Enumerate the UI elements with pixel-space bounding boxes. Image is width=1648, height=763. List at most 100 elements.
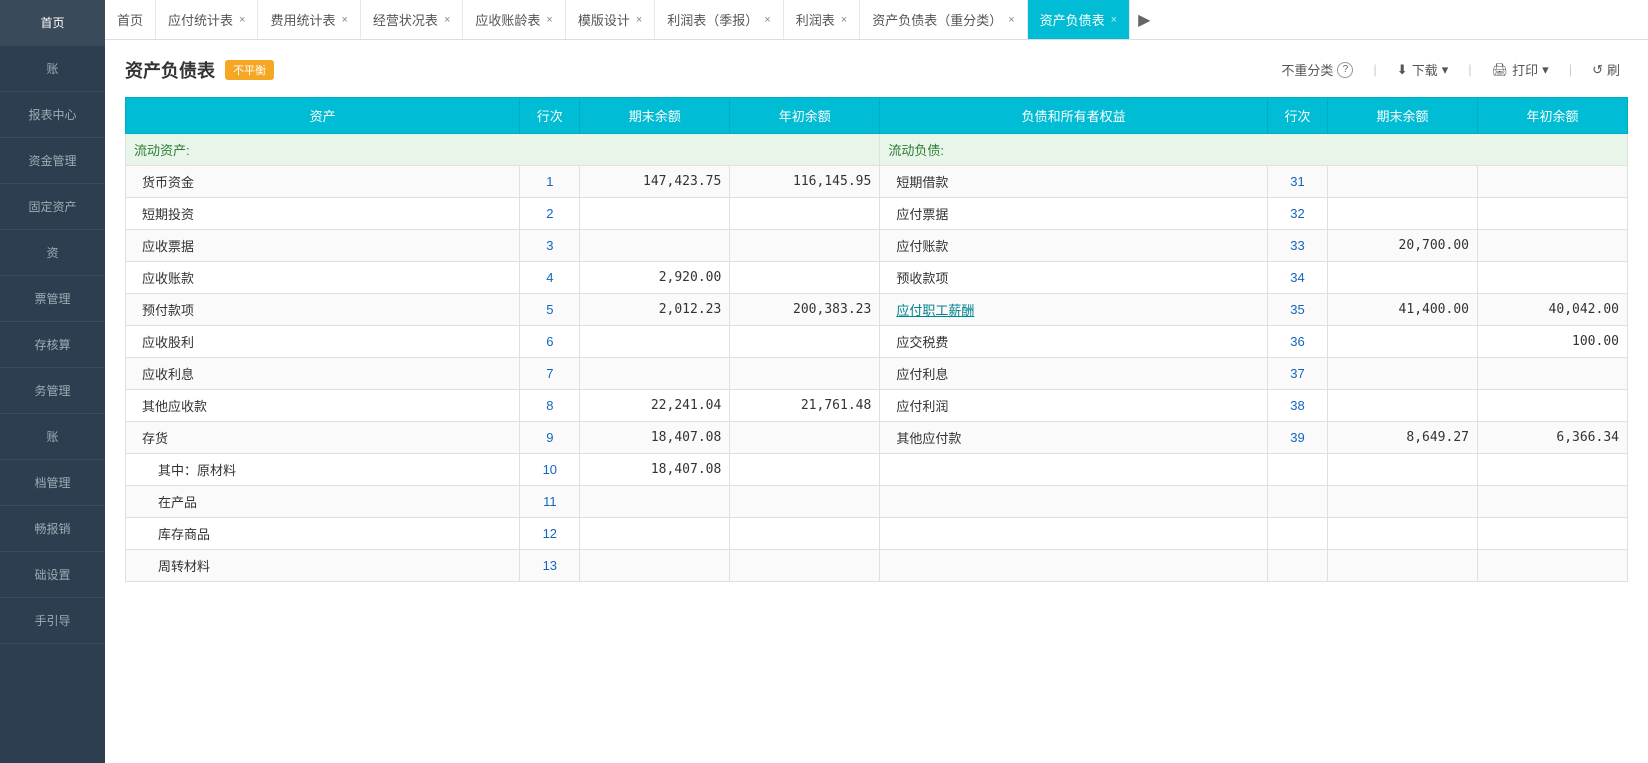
header-row-num2: 行次: [1268, 98, 1328, 134]
toolbar-divider-3: |: [1569, 62, 1572, 77]
tab-expense-stats[interactable]: 费用统计表 ×: [258, 0, 360, 40]
table-row: 在产品 11: [126, 486, 1628, 518]
right-start-balance: [1478, 166, 1628, 198]
right-label: 应付利润: [880, 390, 1268, 422]
left-start-balance: [730, 198, 880, 230]
balance-sheet-table: 资产 行次 期末余额 年初余额 负债和所有者权益 行次 期末余额 年初余额 流动…: [125, 97, 1628, 582]
right-end-balance: 8,649.27: [1328, 422, 1478, 454]
left-start-balance: [730, 550, 880, 582]
left-row-num: 4: [520, 262, 580, 294]
right-row-num: 34: [1268, 262, 1328, 294]
right-end-balance: [1328, 518, 1478, 550]
sidebar-item-fund-management[interactable]: 资金管理: [0, 138, 105, 184]
tab-profit[interactable]: 利润表 ×: [784, 0, 860, 40]
header-row-num: 行次: [520, 98, 580, 134]
right-label: 应付账款: [880, 230, 1268, 262]
tab-receivable-aging[interactable]: 应收账龄表 ×: [463, 0, 565, 40]
sidebar-item-guide[interactable]: 手引导: [0, 598, 105, 644]
left-row-num: 13: [520, 550, 580, 582]
close-tab-template-design[interactable]: ×: [636, 14, 642, 26]
tab-business-status[interactable]: 经营状况表 ×: [361, 0, 463, 40]
sidebar-item-inventory[interactable]: 存核算: [0, 322, 105, 368]
right-label: [880, 550, 1268, 582]
sidebar-item-report-center[interactable]: 报表中心: [0, 92, 105, 138]
right-row-num: 32: [1268, 198, 1328, 230]
right-start-balance: 100.00: [1478, 326, 1628, 358]
download-icon: ⬇: [1397, 62, 1408, 78]
right-end-balance: [1328, 390, 1478, 422]
left-label: 其中：原材料: [126, 454, 520, 486]
close-tab-business-status[interactable]: ×: [444, 14, 450, 26]
tab-template-design[interactable]: 模版设计 ×: [566, 0, 655, 40]
table-row: 货币资金 1 147,423.75 116,145.95 短期借款 31: [126, 166, 1628, 198]
left-start-balance: [730, 230, 880, 262]
print-button[interactable]: 🖨 打印 ▾: [1484, 56, 1557, 83]
left-end-balance: 147,423.75: [580, 166, 730, 198]
left-end-balance: [580, 518, 730, 550]
left-row-num: 9: [520, 422, 580, 454]
sidebar-item-fixed-assets[interactable]: 固定资产: [0, 184, 105, 230]
right-end-balance: 41,400.00: [1328, 294, 1478, 326]
tab-home[interactable]: 首页: [105, 0, 156, 40]
left-label: 应收股利: [126, 326, 520, 358]
refresh-button[interactable]: ↺ 刷: [1584, 56, 1628, 83]
left-end-balance: 18,407.08: [580, 422, 730, 454]
left-label: 应收利息: [126, 358, 520, 390]
right-row-num: 37: [1268, 358, 1328, 390]
left-end-balance: [580, 550, 730, 582]
section-left-label: 流动资产:: [126, 134, 880, 166]
tab-payable-stats[interactable]: 应付统计表 ×: [156, 0, 258, 40]
right-label: 短期借款: [880, 166, 1268, 198]
sidebar-item-archive-management[interactable]: 档管理: [0, 460, 105, 506]
left-row-num: 11: [520, 486, 580, 518]
left-label: 库存商品: [126, 518, 520, 550]
sidebar-item-account[interactable]: 账: [0, 46, 105, 92]
tab-profit-quarterly[interactable]: 利润表（季报） ×: [655, 0, 783, 40]
header-end-balance2: 期末余额: [1328, 98, 1478, 134]
right-row-num: 31: [1268, 166, 1328, 198]
toolbar-divider-1: |: [1373, 62, 1376, 77]
close-tab-balance[interactable]: ×: [1111, 14, 1117, 26]
close-tab-receivable-aging[interactable]: ×: [546, 14, 552, 26]
no-reclassify-button[interactable]: 不重分类 ?: [1273, 56, 1361, 83]
sidebar-item-home[interactable]: 首页: [0, 0, 105, 46]
right-row-num: 38: [1268, 390, 1328, 422]
right-label: 应付利息: [880, 358, 1268, 390]
left-start-balance: 116,145.95: [730, 166, 880, 198]
left-row-num: 10: [520, 454, 580, 486]
left-row-num: 5: [520, 294, 580, 326]
right-end-balance: [1328, 198, 1478, 230]
tab-scroll-right[interactable]: ▶: [1130, 10, 1158, 30]
header-year-start-balance2: 年初余额: [1478, 98, 1628, 134]
right-row-num: 36: [1268, 326, 1328, 358]
table-row: 短期投资 2 应付票据 32: [126, 198, 1628, 230]
toolbar-divider-2: |: [1468, 62, 1471, 77]
sidebar-item-ledger[interactable]: 账: [0, 414, 105, 460]
tab-balance[interactable]: 资产负债表 ×: [1028, 0, 1130, 40]
left-label: 货币资金: [126, 166, 520, 198]
right-start-balance: [1478, 518, 1628, 550]
table-row: 其他应收款 8 22,241.04 21,761.48 应付利润 38: [126, 390, 1628, 422]
close-tab-balance-reclassify[interactable]: ×: [1008, 14, 1014, 26]
close-tab-profit[interactable]: ×: [841, 14, 847, 26]
download-button[interactable]: ⬇ 下载 ▾: [1389, 56, 1456, 83]
sidebar-item-assets[interactable]: 资: [0, 230, 105, 276]
close-tab-payable-stats[interactable]: ×: [239, 14, 245, 26]
sidebar-item-ticket-management[interactable]: 票管理: [0, 276, 105, 322]
table-row: 应收账款 4 2,920.00 预收款项 34: [126, 262, 1628, 294]
section-header-row: 流动资产: 流动负债:: [126, 134, 1628, 166]
right-start-balance: [1478, 454, 1628, 486]
help-icon[interactable]: ?: [1337, 62, 1353, 78]
left-start-balance: [730, 326, 880, 358]
right-row-num: 35: [1268, 294, 1328, 326]
right-end-balance: 20,700.00: [1328, 230, 1478, 262]
sidebar-item-expense[interactable]: 畅报销: [0, 506, 105, 552]
sidebar-item-business-management[interactable]: 务管理: [0, 368, 105, 414]
sidebar-item-settings[interactable]: 础设置: [0, 552, 105, 598]
close-tab-expense-stats[interactable]: ×: [341, 14, 347, 26]
tab-balance-reclassify[interactable]: 资产负债表（重分类） ×: [860, 0, 1027, 40]
close-tab-profit-quarterly[interactable]: ×: [764, 14, 770, 26]
left-row-num: 6: [520, 326, 580, 358]
left-row-num: 12: [520, 518, 580, 550]
section-right-label: 流动负债:: [880, 134, 1628, 166]
